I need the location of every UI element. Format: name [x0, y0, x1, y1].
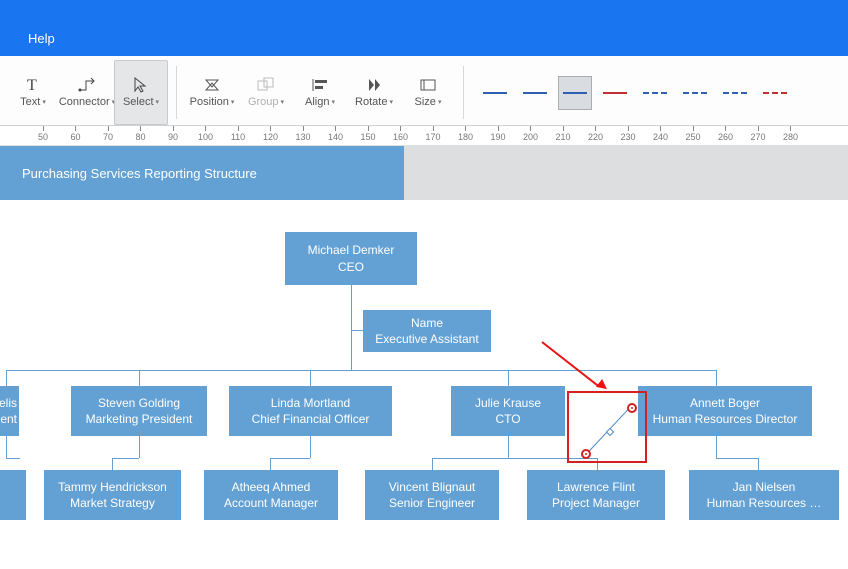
- ruler-tick: 50: [43, 126, 44, 146]
- org-node-ceo[interactable]: Michael DemkerCEO: [285, 232, 417, 285]
- connector: [112, 458, 113, 470]
- ruler-tick: 180: [465, 126, 466, 146]
- org-node[interactable]: elisdent: [0, 386, 19, 436]
- line-style-swatch[interactable]: [638, 76, 672, 110]
- connector: [310, 370, 311, 386]
- org-node-ea[interactable]: NameExecutive Assistant: [363, 310, 491, 352]
- help-menu[interactable]: Help: [28, 31, 55, 46]
- line-style-gallery: [472, 60, 798, 125]
- ribbon: T Text ▾ Connector ▾ Select ▾ Position ▾…: [0, 56, 848, 126]
- connector: [6, 436, 7, 458]
- org-node[interactable]: Linda MortlandChief Financial Officer: [229, 386, 392, 436]
- diagram-title-bar: Purchasing Services Reporting Structure: [0, 146, 404, 200]
- connector: [716, 436, 717, 458]
- group-button: Group ▾: [239, 60, 293, 125]
- org-node[interactable]: Tammy HendricksonMarket Strategy: [44, 470, 181, 520]
- ruler-tick: 230: [628, 126, 629, 146]
- connector: [351, 310, 352, 370]
- connector-tool-button[interactable]: Connector ▾: [60, 60, 114, 125]
- ruler-tick: 170: [433, 126, 434, 146]
- text-tool-button[interactable]: T Text ▾: [6, 60, 60, 125]
- ruler-tick: 260: [725, 126, 726, 146]
- ruler-tick: 110: [238, 126, 239, 146]
- line-style-swatch[interactable]: [478, 76, 512, 110]
- header-gray: [404, 146, 848, 200]
- annotation-arrow: [542, 341, 614, 343]
- ruler-tick: 200: [530, 126, 531, 146]
- ruler-tick: 130: [303, 126, 304, 146]
- org-node[interactable]: Lawrence FlintProject Manager: [527, 470, 665, 520]
- ruler-tick: 270: [758, 126, 759, 146]
- ruler-tick: 280: [790, 126, 791, 146]
- connector: [6, 370, 7, 386]
- ruler-tick: 90: [173, 126, 174, 146]
- select-tool-button[interactable]: Select ▾: [114, 60, 168, 125]
- line-style-swatch[interactable]: [558, 76, 592, 110]
- org-node[interactable]: [0, 470, 26, 520]
- ruler-tick: 140: [335, 126, 336, 146]
- ruler-tick: 160: [400, 126, 401, 146]
- org-node[interactable]: Atheeq AhmedAccount Manager: [204, 470, 338, 520]
- line-style-swatch[interactable]: [678, 76, 712, 110]
- connector-icon: [77, 76, 97, 94]
- diagram-title: Purchasing Services Reporting Structure: [22, 166, 257, 181]
- connector: [112, 458, 139, 459]
- connector: [139, 436, 140, 458]
- ruler-tick: 210: [563, 126, 564, 146]
- selection-box[interactable]: [567, 391, 647, 463]
- connector: [508, 370, 509, 386]
- ruler-tick: 60: [75, 126, 76, 146]
- org-node[interactable]: Annett BogerHuman Resources Director: [638, 386, 812, 436]
- connector: [508, 436, 509, 458]
- size-button[interactable]: Size ▾: [401, 60, 455, 125]
- connector: [270, 458, 310, 459]
- ruler-tick: 220: [595, 126, 596, 146]
- ruler: 50 60 70 80 90 100 110 120 130 140 150 160 170 180 190…: [0, 126, 848, 146]
- align-icon: [310, 76, 330, 94]
- connector: [6, 458, 20, 459]
- line-style-swatch[interactable]: [718, 76, 752, 110]
- svg-text:T: T: [27, 77, 37, 94]
- rotate-button[interactable]: Rotate ▾: [347, 60, 401, 125]
- org-node[interactable]: Steven GoldingMarketing President: [71, 386, 207, 436]
- ruler-tick: 190: [498, 126, 499, 146]
- position-icon: [202, 76, 222, 94]
- ruler-tick: 100: [205, 126, 206, 146]
- line-style-swatch[interactable]: [598, 76, 632, 110]
- line-style-swatch[interactable]: [758, 76, 792, 110]
- cursor-icon: [131, 76, 151, 94]
- ruler-tick: 240: [660, 126, 661, 146]
- text-icon: T: [23, 76, 43, 94]
- connector-handle-end[interactable]: [627, 403, 637, 413]
- connector-handle-start[interactable]: [581, 449, 591, 459]
- size-icon: [418, 76, 438, 94]
- rotate-icon: [364, 76, 384, 94]
- org-node[interactable]: Vincent BlignautSenior Engineer: [365, 470, 499, 520]
- connector: [716, 458, 758, 459]
- position-button[interactable]: Position ▾: [185, 60, 239, 125]
- ruler-tick: 120: [270, 126, 271, 146]
- align-button[interactable]: Align ▾: [293, 60, 347, 125]
- connector: [432, 458, 433, 470]
- ruler-tick: 80: [140, 126, 141, 146]
- connector: [716, 370, 717, 386]
- connector: [270, 458, 271, 470]
- connector: [758, 458, 759, 470]
- line-style-swatch[interactable]: [518, 76, 552, 110]
- group-icon: [256, 76, 276, 94]
- connector: [6, 370, 716, 371]
- org-node[interactable]: Jan NielsenHuman Resources …: [689, 470, 839, 520]
- connector: [310, 436, 311, 458]
- ruler-tick: 250: [693, 126, 694, 146]
- connector: [351, 285, 352, 310]
- connector: [139, 370, 140, 386]
- ruler-tick: 150: [368, 126, 369, 146]
- canvas[interactable]: Purchasing Services Reporting Structure …: [0, 146, 848, 569]
- ruler-tick: 70: [108, 126, 109, 146]
- titlebar: Help: [0, 0, 848, 56]
- org-node[interactable]: Julie KrauseCTO: [451, 386, 565, 436]
